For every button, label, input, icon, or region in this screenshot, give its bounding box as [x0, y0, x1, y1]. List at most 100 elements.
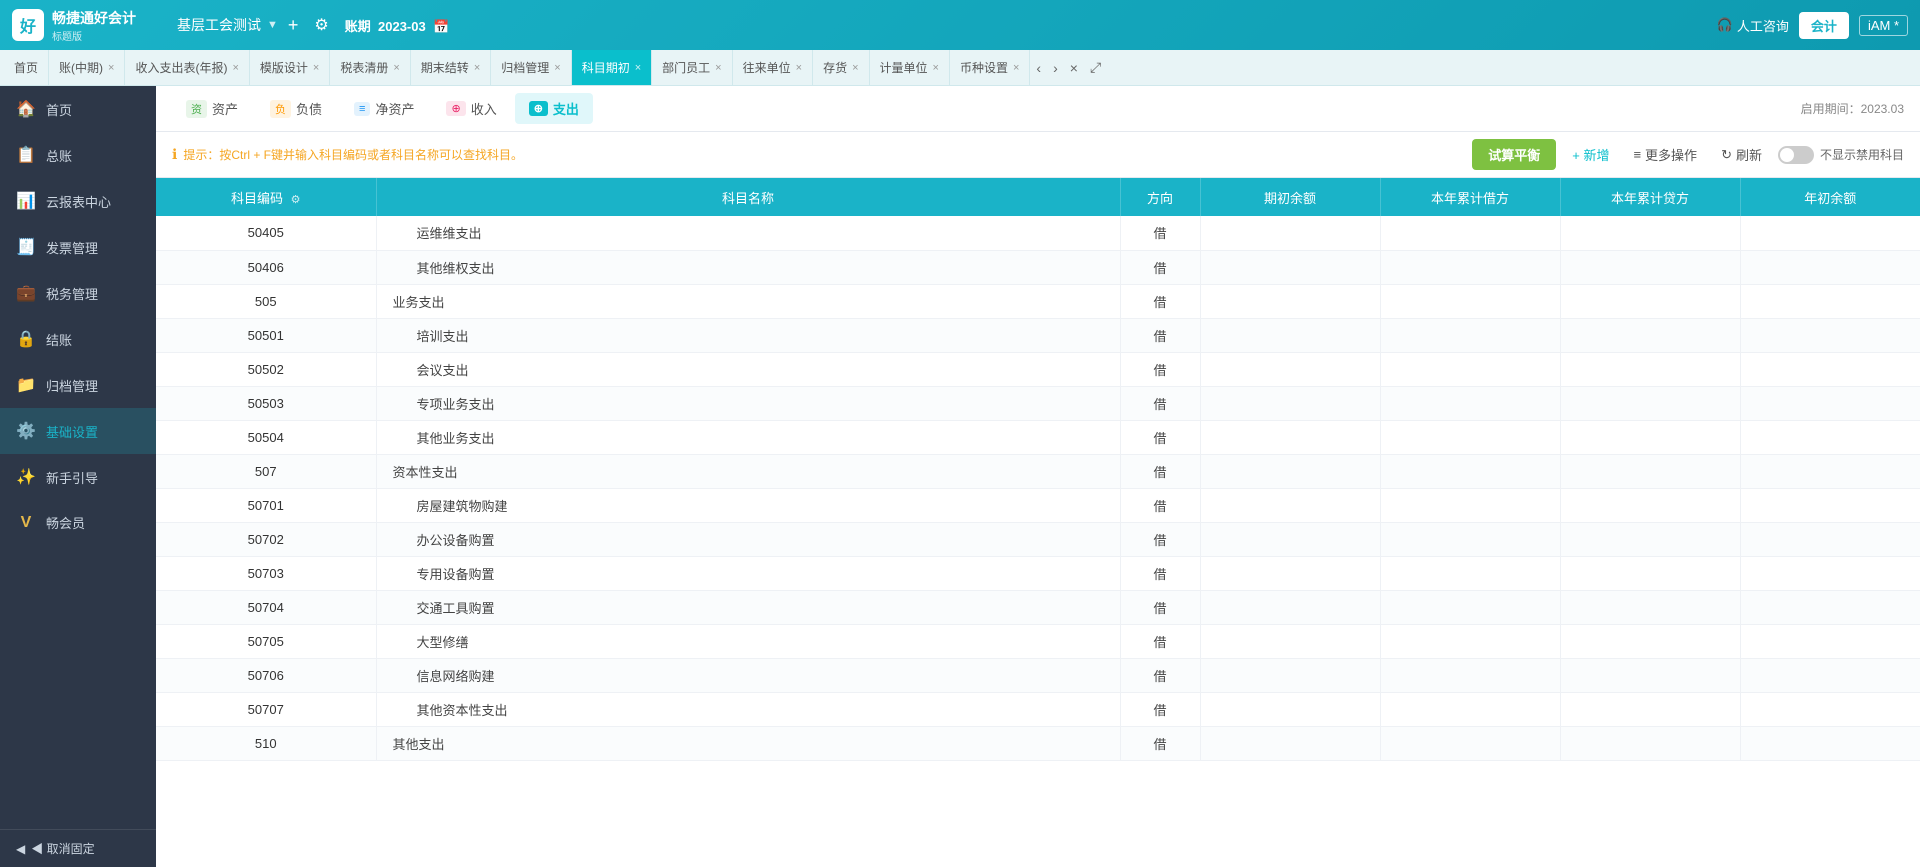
- service-button[interactable]: 🎧 人工咨询: [1717, 16, 1789, 35]
- cell-code: 50406: [156, 250, 376, 284]
- invoice-icon: 🧾: [16, 237, 36, 257]
- cell-code: 505: [156, 284, 376, 318]
- table-row[interactable]: 50706 信息网络购建 借: [156, 658, 1920, 692]
- close-icon[interactable]: ×: [933, 62, 939, 74]
- table-row[interactable]: 50707 其他资本性支出 借: [156, 692, 1920, 726]
- calendar-icon[interactable]: 📅: [433, 19, 449, 34]
- cell-code: 50705: [156, 624, 376, 658]
- tab-tax[interactable]: 税表清册 ×: [330, 50, 410, 85]
- sidebar-item-archive[interactable]: 📁 归档管理: [0, 362, 156, 408]
- sidebar-settings-label: 基础设置: [46, 422, 98, 441]
- balance-button[interactable]: 试算平衡: [1472, 139, 1556, 170]
- cell-init-balance: [1200, 726, 1380, 760]
- cell-ytd-credit: [1560, 420, 1740, 454]
- toggle-disabled-switch[interactable]: [1778, 146, 1814, 164]
- tab-income-label: 收入支出表(年报): [135, 59, 227, 76]
- close-all-tabs-button[interactable]: ×: [1064, 50, 1084, 85]
- sub-tab-liability[interactable]: 负 负债: [256, 93, 336, 124]
- subjects-table: 科目编码 ⚙ 科目名称 方向 期初余额 本年累计借方 本年累计贷方 年初余额 5…: [156, 178, 1920, 761]
- tab-archive[interactable]: 归档管理 ×: [491, 50, 571, 85]
- tab-subject-label: 科目期初: [582, 59, 630, 76]
- close-icon[interactable]: ×: [1013, 62, 1019, 74]
- cell-direction: 借: [1120, 556, 1200, 590]
- table-row[interactable]: 50502 会议支出 借: [156, 352, 1920, 386]
- close-icon[interactable]: ×: [554, 62, 560, 74]
- table-row[interactable]: 505 业务支出 借: [156, 284, 1920, 318]
- project-selector[interactable]: 基层工会测试 ▼: [177, 15, 278, 35]
- hint-text: 提示：按Ctrl + F键并输入科目编码或者科目名称可以查找科目。: [183, 146, 523, 163]
- table-row[interactable]: 507 资本性支出 借: [156, 454, 1920, 488]
- close-icon[interactable]: ×: [852, 62, 858, 74]
- gear-icon[interactable]: ⚙: [291, 194, 301, 206]
- cell-ytd-credit: [1560, 658, 1740, 692]
- tab-home[interactable]: 首页: [4, 50, 49, 85]
- tab-dept-staff[interactable]: 部门员工 ×: [652, 50, 732, 85]
- tab-subject-init[interactable]: 科目期初 ×: [572, 50, 652, 85]
- table-row[interactable]: 510 其他支出 借: [156, 726, 1920, 760]
- tab-inventory[interactable]: 存货 ×: [813, 50, 869, 85]
- close-icon[interactable]: ×: [796, 62, 802, 74]
- table-row[interactable]: 50703 专用设备购置 借: [156, 556, 1920, 590]
- table-row[interactable]: 50504 其他业务支出 借: [156, 420, 1920, 454]
- net-asset-tab-icon: ≡: [354, 102, 370, 116]
- cell-year-start: [1740, 726, 1920, 760]
- cell-ytd-credit: [1560, 556, 1740, 590]
- settings-icon[interactable]: ⚙: [314, 15, 328, 35]
- sidebar-item-close-book[interactable]: 🔒 结账: [0, 316, 156, 362]
- tab-template[interactable]: 模版设计 ×: [250, 50, 330, 85]
- close-icon[interactable]: ×: [635, 62, 641, 74]
- tab-unit[interactable]: 计量单位 ×: [870, 50, 950, 85]
- table-row[interactable]: 50503 专项业务支出 借: [156, 386, 1920, 420]
- tax-icon: 💼: [16, 283, 36, 303]
- sidebar-item-tax[interactable]: 💼 税务管理: [0, 270, 156, 316]
- headset-icon: 🎧: [1717, 17, 1733, 33]
- table-row[interactable]: 50406 其他维权支出 借: [156, 250, 1920, 284]
- sidebar-item-settings[interactable]: ⚙️ 基础设置: [0, 408, 156, 454]
- close-icon[interactable]: ×: [715, 62, 721, 74]
- sidebar-item-home[interactable]: 🏠 首页: [0, 86, 156, 132]
- add-tab-button[interactable]: +: [288, 15, 299, 36]
- cell-direction: 借: [1120, 726, 1200, 760]
- cell-init-balance: [1200, 250, 1380, 284]
- close-icon[interactable]: ×: [108, 62, 114, 74]
- user-role-button[interactable]: 会计: [1799, 12, 1849, 39]
- table-row[interactable]: 50405 运维维支出 借: [156, 216, 1920, 250]
- sidebar-item-member[interactable]: V 畅会员: [0, 500, 156, 545]
- table-row[interactable]: 50701 房屋建筑物购建 借: [156, 488, 1920, 522]
- close-icon[interactable]: ×: [393, 62, 399, 74]
- sub-tab-asset[interactable]: 资 资产: [172, 93, 252, 124]
- tab-period-end[interactable]: 期末结转 ×: [411, 50, 491, 85]
- close-icon[interactable]: ×: [474, 62, 480, 74]
- tab-scroll-right[interactable]: ›: [1047, 50, 1064, 85]
- refresh-button[interactable]: ↻ 刷新: [1713, 141, 1770, 168]
- table-row[interactable]: 50702 办公设备购置 借: [156, 522, 1920, 556]
- cell-year-start: [1740, 284, 1920, 318]
- sidebar-item-invoice[interactable]: 🧾 发票管理: [0, 224, 156, 270]
- col-header-ytd-debit: 本年累计借方: [1380, 178, 1560, 216]
- sidebar-collapse-button[interactable]: ◀ ◀ 取消固定: [0, 829, 156, 867]
- sub-tab-liability-label: 负债: [296, 99, 322, 118]
- sub-tab-net-asset[interactable]: ≡ 净资产: [340, 93, 428, 124]
- tab-income-report[interactable]: 收入支出表(年报) ×: [125, 50, 249, 85]
- more-actions-button[interactable]: ≡ 更多操作: [1625, 141, 1705, 168]
- close-icon[interactable]: ×: [313, 62, 319, 74]
- add-button[interactable]: + 新增: [1564, 141, 1617, 168]
- sidebar-item-ledger[interactable]: 📋 总账: [0, 132, 156, 178]
- col-header-direction: 方向: [1120, 178, 1200, 216]
- close-icon[interactable]: ×: [232, 62, 238, 74]
- sidebar-item-guide[interactable]: ✨ 新手引导: [0, 454, 156, 500]
- table-row[interactable]: 50501 培训支出 借: [156, 318, 1920, 352]
- table-row[interactable]: 50704 交通工具购置 借: [156, 590, 1920, 624]
- tab-scroll-left[interactable]: ‹: [1030, 50, 1047, 85]
- cell-name: 培训支出: [376, 318, 1120, 352]
- tab-ledger[interactable]: 账(中期) ×: [49, 50, 125, 85]
- tab-currency[interactable]: 币种设置 ×: [950, 50, 1030, 85]
- cell-direction: 借: [1120, 624, 1200, 658]
- expand-icon[interactable]: ⤢: [1084, 50, 1107, 85]
- sidebar-item-reports[interactable]: 📊 云报表中心: [0, 178, 156, 224]
- iab-label: iAM *: [1859, 15, 1908, 36]
- table-row[interactable]: 50705 大型修缮 借: [156, 624, 1920, 658]
- sub-tab-expenditure[interactable]: ⊕ 支出: [515, 93, 593, 124]
- tab-counterpart[interactable]: 往来单位 ×: [733, 50, 813, 85]
- sub-tab-income[interactable]: ⊕ 收入: [432, 93, 510, 124]
